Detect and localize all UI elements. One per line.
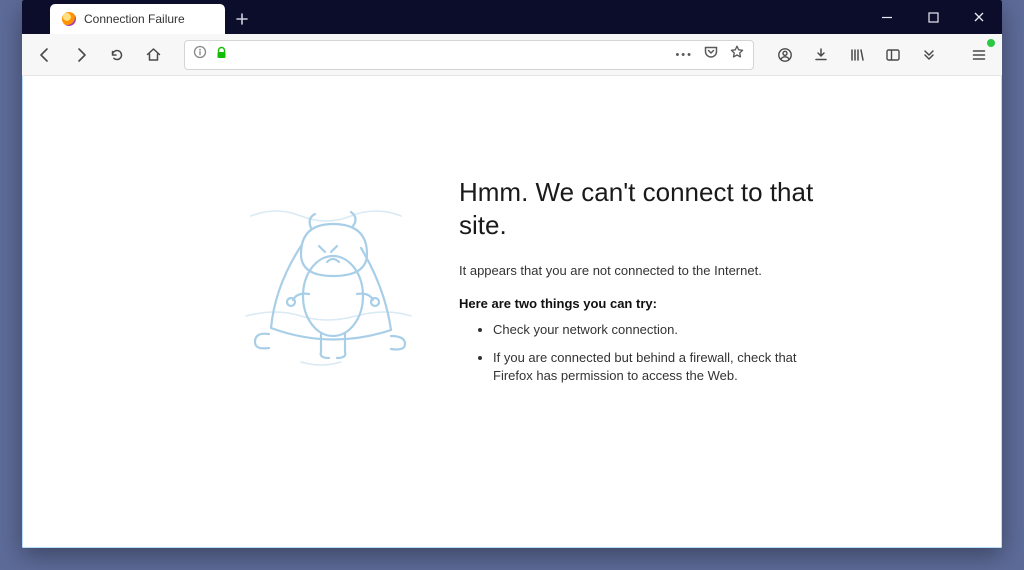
new-tab-button[interactable] xyxy=(225,4,259,34)
toolbar: ••• xyxy=(22,34,1002,76)
back-button[interactable] xyxy=(30,40,60,70)
browser-tab[interactable]: Connection Failure xyxy=(50,4,225,34)
firefox-icon xyxy=(62,12,76,26)
app-menu-button[interactable] xyxy=(964,40,994,70)
window-close-button[interactable] xyxy=(956,0,1002,34)
error-try-heading: Here are two things you can try: xyxy=(459,296,819,311)
error-heading: Hmm. We can't connect to that site. xyxy=(459,176,819,241)
page-actions-icon[interactable]: ••• xyxy=(675,49,693,61)
bookmark-star-icon[interactable] xyxy=(729,44,745,65)
library-icon[interactable] xyxy=(842,40,872,70)
browser-window: Connection Failure xyxy=(22,0,1002,548)
forward-button[interactable] xyxy=(66,40,96,70)
sidebar-icon[interactable] xyxy=(878,40,908,70)
error-tip: If you are connected but behind a firewa… xyxy=(493,349,819,385)
error-tip: Check your network connection. xyxy=(493,321,819,339)
downloads-icon[interactable] xyxy=(806,40,836,70)
url-bar[interactable]: ••• xyxy=(184,40,754,70)
error-subtext: It appears that you are not connected to… xyxy=(459,263,819,278)
title-bar: Connection Failure xyxy=(22,0,1002,34)
site-info-icon[interactable] xyxy=(193,45,207,64)
pocket-icon[interactable] xyxy=(703,44,719,65)
firefox-account-icon[interactable] xyxy=(770,40,800,70)
window-maximize-button[interactable] xyxy=(910,0,956,34)
home-button[interactable] xyxy=(138,40,168,70)
tab-title: Connection Failure xyxy=(84,12,185,26)
error-tips-list: Check your network connection. If you ar… xyxy=(459,321,819,386)
window-minimize-button[interactable] xyxy=(864,0,910,34)
offline-illustration xyxy=(241,176,421,386)
overflow-icon[interactable] xyxy=(914,40,944,70)
page-content: Hmm. We can't connect to that site. It a… xyxy=(22,76,1002,548)
reload-button[interactable] xyxy=(102,40,132,70)
lock-icon[interactable] xyxy=(215,46,228,64)
